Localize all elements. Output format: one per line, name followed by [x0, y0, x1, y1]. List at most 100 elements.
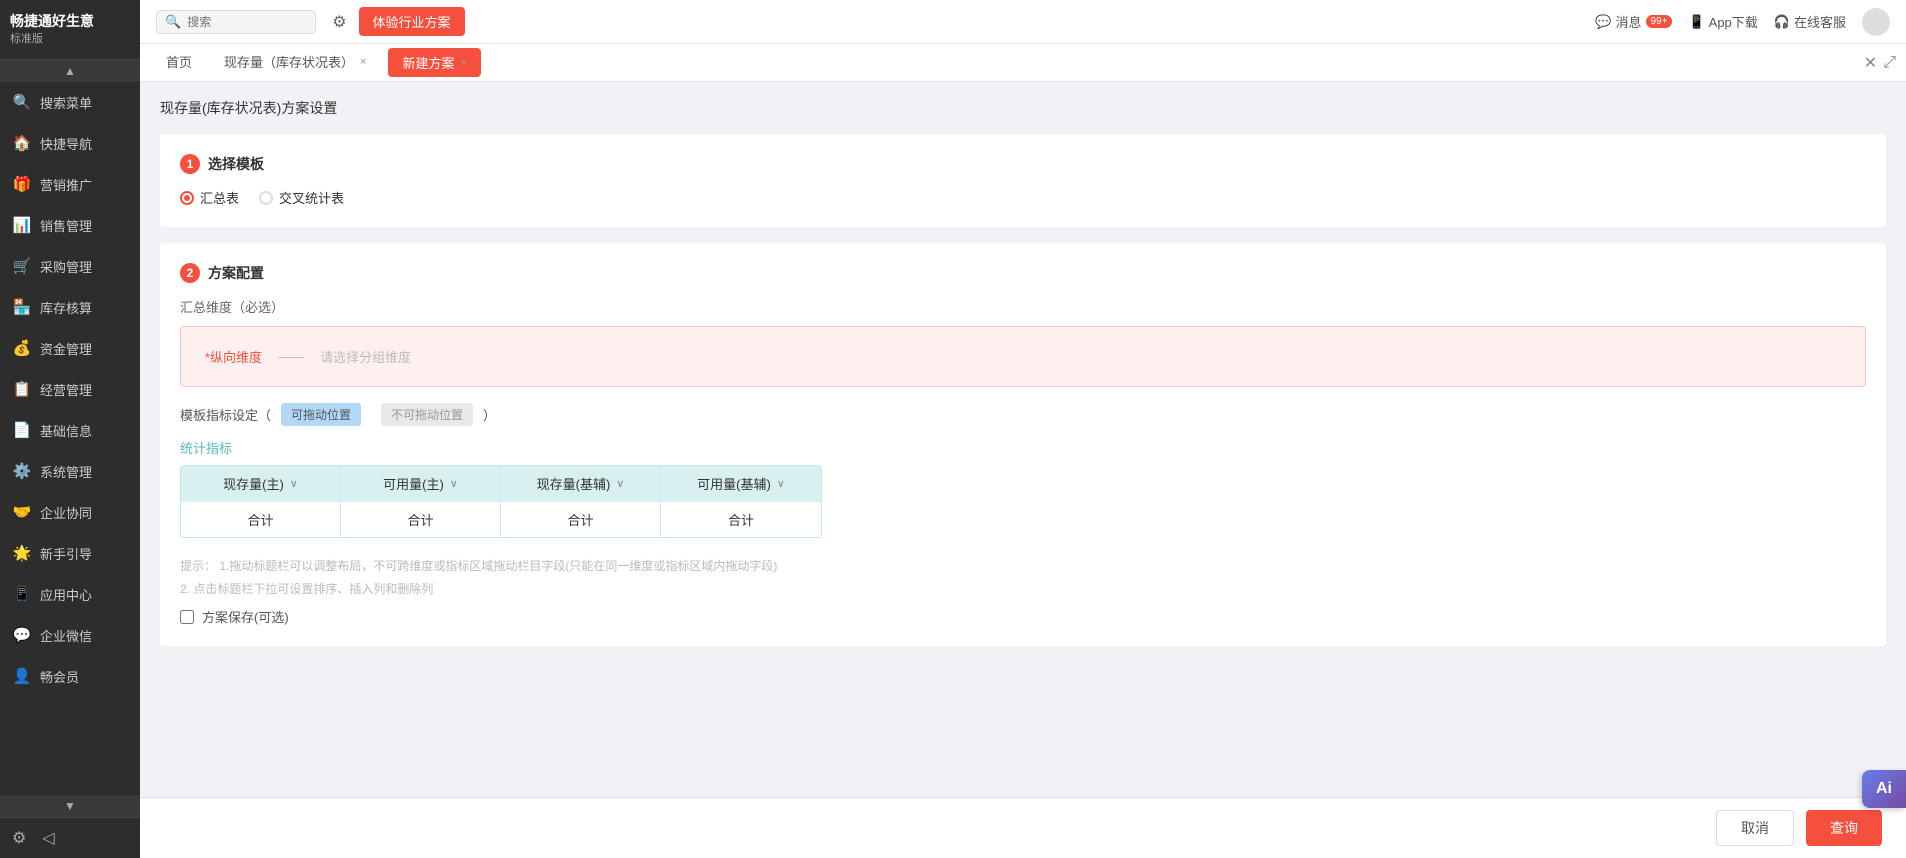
star-icon: 🌟: [12, 544, 32, 562]
doc-icon: 📄: [12, 421, 32, 439]
sidebar-item-inventory[interactable]: 🏪 库存核算: [0, 287, 140, 328]
sidebar-item-cooperation[interactable]: 🤝 企业协同: [0, 492, 140, 533]
sidebar-item-marketing[interactable]: 🎁 营销推广: [0, 164, 140, 205]
vertical-dim-label: *纵向维度: [205, 347, 262, 366]
sidebar-item-basic-info[interactable]: 📄 基础信息: [0, 410, 140, 451]
main-area: 🔍 ⚙ 体验行业方案 💬 消息 99+ 📱 App下载 🎧 在线客服: [140, 0, 1906, 858]
top-bar-right: 💬 消息 99+ 📱 App下载 🎧 在线客服: [1595, 8, 1890, 36]
app-download-button[interactable]: 📱 App下载: [1688, 12, 1757, 31]
sidebar-item-member[interactable]: 👤 畅会员: [0, 656, 140, 697]
tab-bar-right: ✕ ⤢: [1864, 53, 1896, 73]
save-checkbox[interactable]: [180, 610, 194, 624]
trial-button[interactable]: 体验行业方案: [359, 7, 465, 36]
sidebar-item-label: 资金管理: [40, 339, 92, 358]
row-cell-3: 合计: [661, 502, 821, 537]
indicator-settings: 模板指标设定（ 可拖动位置 不可拖动位置 ）: [180, 403, 1866, 426]
sidebar-item-wechat[interactable]: 💬 企业微信: [0, 615, 140, 656]
sidebar-item-label: 销售管理: [40, 216, 92, 235]
sidebar-item-purchase[interactable]: 🛒 采购管理: [0, 246, 140, 287]
app-download-label: App下载: [1709, 12, 1758, 31]
message-icon: 💬: [1595, 14, 1611, 30]
search-box[interactable]: 🔍: [156, 10, 316, 34]
radio-summary-table[interactable]: 汇总表: [180, 188, 239, 207]
stats-table: 现存量(主) ∨ 可用量(主) ∨ 现存量(基辅) ∨ 可用量(基辅) ∨: [180, 465, 822, 538]
mobile-icon: 📱: [12, 585, 32, 603]
money-icon: 💰: [12, 339, 32, 357]
header-cell-1[interactable]: 可用量(主) ∨: [341, 466, 501, 501]
sidebar-logo: 畅捷通好生意 标准版: [0, 0, 140, 60]
service-button[interactable]: 🎧 在线客服: [1774, 12, 1846, 31]
tab-home[interactable]: 首页: [150, 44, 208, 81]
ai-float-button[interactable]: Ai: [1862, 770, 1906, 808]
tab-home-label: 首页: [166, 52, 192, 71]
tab-close-all-icon[interactable]: ✕: [1864, 53, 1877, 73]
service-label: 在线客服: [1794, 12, 1846, 31]
sidebar-item-operations[interactable]: 📋 经营管理: [0, 369, 140, 410]
row-label-0: 合计: [247, 510, 273, 529]
sidebar-item-label: 基础信息: [40, 421, 92, 440]
dimension-dash: ——: [278, 349, 304, 364]
section1-num: 1: [180, 154, 200, 174]
sidebar-item-label: 系统管理: [40, 462, 92, 481]
sound-icon[interactable]: ◁: [42, 828, 54, 848]
sidebar-item-system[interactable]: ⚙️ 系统管理: [0, 451, 140, 492]
gear-icon[interactable]: ⚙: [332, 12, 346, 32]
header-cell-3[interactable]: 可用量(基辅) ∨: [661, 466, 821, 501]
section1-title: 选择模板: [208, 154, 264, 174]
template-indicator-prefix: 模板指标设定（: [180, 405, 271, 424]
tab-bar: 首页 现存量（库存状况表） × 新建方案 × ✕ ⤢: [140, 44, 1906, 82]
row-cell-0: 合计: [181, 502, 341, 537]
save-section: 方案保存(可选): [180, 607, 1866, 626]
save-label: 方案保存(可选): [202, 607, 289, 626]
sidebar-item-app-center[interactable]: 📱 应用中心: [0, 574, 140, 615]
chart-icon: 📊: [12, 216, 32, 234]
header-label-2: 现存量(基辅): [537, 474, 611, 493]
radio-cross-table[interactable]: 交叉统计表: [259, 188, 344, 207]
sidebar-item-finance[interactable]: 💰 资金管理: [0, 328, 140, 369]
settings-bottom-icon[interactable]: ⚙: [12, 828, 26, 848]
sidebar-scroll-down[interactable]: ▼: [0, 795, 140, 817]
stats-label: 统计指标: [180, 438, 1866, 457]
tab-new-plan-close-icon[interactable]: ×: [460, 57, 466, 69]
home-icon: 🏠: [12, 134, 32, 152]
search-input[interactable]: [187, 15, 307, 29]
sidebar-item-new-guide[interactable]: 🌟 新手引导: [0, 533, 140, 574]
clipboard-icon: 📋: [12, 380, 32, 398]
cancel-button[interactable]: 取消: [1716, 810, 1794, 846]
draggable-indicator: 可拖动位置: [281, 403, 361, 426]
sidebar-item-search-menu[interactable]: 🔍 搜索菜单: [0, 82, 140, 123]
header-cell-0[interactable]: 现存量(主) ∨: [181, 466, 341, 501]
chat-icon: 💬: [12, 626, 32, 644]
gift-icon: 🎁: [12, 175, 32, 193]
tip-item-0: 提示： 1.拖动标题栏可以调整布局，不可跨维度或指标区域拖动栏目字段(只能在同一…: [180, 557, 1866, 574]
sidebar-item-sales[interactable]: 📊 销售管理: [0, 205, 140, 246]
user-avatar[interactable]: [1862, 8, 1890, 36]
message-badge: 99+: [1646, 15, 1673, 28]
message-button[interactable]: 💬 消息 99+: [1595, 12, 1672, 31]
section2-num: 2: [180, 263, 200, 283]
dimension-box[interactable]: *纵向维度 —— 请选择分组维度: [180, 326, 1866, 387]
sidebar-item-label: 经营管理: [40, 380, 92, 399]
not-draggable-indicator: 不可拖动位置: [381, 403, 473, 426]
row-cell-1: 合计: [341, 502, 501, 537]
tab-expand-icon[interactable]: ⤢: [1883, 54, 1896, 72]
tab-close-icon[interactable]: ×: [360, 56, 366, 68]
sidebar-scroll-up[interactable]: ▲: [0, 60, 140, 82]
radio-summary-label: 汇总表: [200, 188, 239, 207]
tip-item-1: 2. 点击标题栏下拉可设置排序、插入列和删除列: [180, 580, 1866, 597]
sidebar-item-label: 企业微信: [40, 626, 92, 645]
sidebar-item-label: 库存核算: [40, 298, 92, 317]
header-cell-2[interactable]: 现存量(基辅) ∨: [501, 466, 661, 501]
user-icon: 👤: [12, 667, 32, 685]
tab-inventory-status[interactable]: 现存量（库存状况表） ×: [208, 44, 382, 81]
cart-icon: 🛒: [12, 257, 32, 275]
search-icon: 🔍: [12, 93, 32, 111]
sidebar-item-quick-nav[interactable]: 🏠 快捷导航: [0, 123, 140, 164]
tab-new-plan[interactable]: 新建方案 ×: [388, 48, 480, 77]
app-name: 畅捷通好生意: [10, 12, 130, 32]
query-button[interactable]: 查询: [1806, 810, 1882, 846]
stats-table-header: 现存量(主) ∨ 可用量(主) ∨ 现存量(基辅) ∨ 可用量(基辅) ∨: [181, 466, 821, 501]
store-icon: 🏪: [12, 298, 32, 316]
row-cell-2: 合计: [501, 502, 661, 537]
section1-header: 1 选择模板: [180, 154, 1866, 174]
